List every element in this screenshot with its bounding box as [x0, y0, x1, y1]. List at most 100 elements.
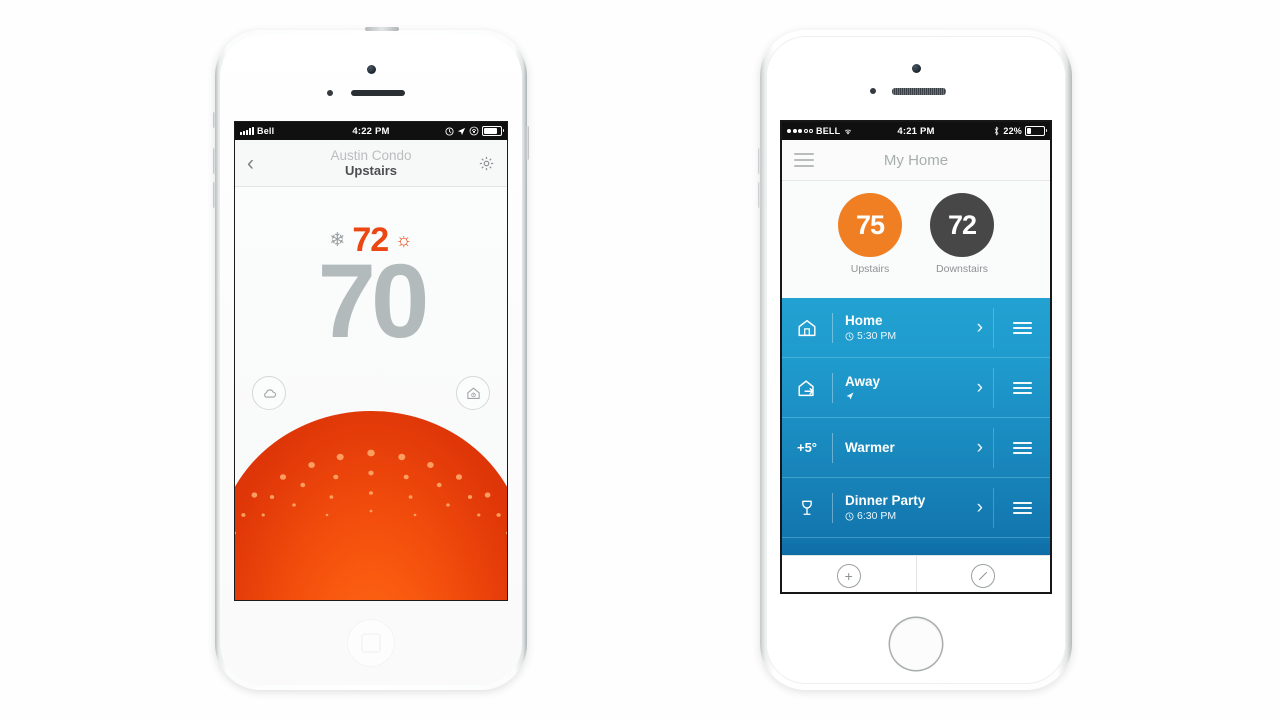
- volume-up-button[interactable]: [213, 148, 216, 174]
- edit-scenes-button[interactable]: [915, 556, 1051, 592]
- volume-down-button[interactable]: [213, 182, 216, 208]
- zone-upstairs[interactable]: 75 Upstairs: [838, 193, 902, 275]
- home-clock-icon: [466, 387, 480, 399]
- zone-temp-bubble: 72: [930, 193, 994, 257]
- plus-five-degrees-icon: +5°: [782, 440, 832, 455]
- chevron-right-icon[interactable]: ›: [967, 497, 993, 519]
- power-button[interactable]: [365, 27, 399, 31]
- proximity-sensor: [327, 90, 333, 96]
- scene-time: [845, 391, 967, 401]
- status-time: 4:22 PM: [352, 125, 390, 137]
- ios-status-bar: BELL 4:21 PM 22%: [782, 122, 1050, 140]
- chevron-right-icon[interactable]: ›: [967, 437, 993, 459]
- scene-name: Dinner Party: [845, 492, 926, 508]
- ios-status-bar: Bell 4:22 PM: [235, 122, 507, 140]
- screenshot-stage: Bell 4:22 PM ‹ Austin Condo Upstairs ❄ 7…: [0, 0, 1280, 719]
- right-phone-screen: BELL 4:21 PM 22% My Home 75 Upstairs 72 …: [782, 122, 1050, 592]
- location-arrow-icon: [457, 127, 466, 135]
- scene-row-dinner-party[interactable]: Dinner Party 6:30 PM ›: [782, 478, 1050, 538]
- scene-time-text: 6:30 PM: [857, 510, 897, 523]
- scene-time-text: 5:30 PM: [857, 330, 897, 343]
- drag-handle-icon[interactable]: [994, 321, 1050, 334]
- volume-down-button[interactable]: [758, 182, 761, 208]
- bluetooth-icon: [995, 126, 999, 136]
- cloud-icon: [263, 388, 276, 398]
- scene-text: Warmer: [833, 440, 967, 456]
- scene-row-away[interactable]: Away ›: [782, 358, 1050, 418]
- header-titles: Austin Condo Upstairs: [269, 147, 473, 178]
- thermostat-body: ❄ 72 ☼ 70: [235, 187, 507, 600]
- chevron-right-icon[interactable]: ›: [967, 377, 993, 399]
- page-title: My Home: [883, 151, 949, 169]
- earpiece-speaker: [351, 90, 405, 96]
- zone-label: Downstairs: [936, 263, 988, 275]
- battery-icon: [1025, 126, 1047, 136]
- scene-name: Warmer: [845, 439, 895, 455]
- signal-bars-icon: [240, 127, 254, 135]
- right-phone-device: BELL 4:21 PM 22% My Home 75 Upstairs 72 …: [758, 30, 1072, 690]
- zone-label: Upstairs: [850, 263, 890, 275]
- rotation-lock-icon: [469, 126, 479, 136]
- mute-switch[interactable]: [213, 112, 216, 128]
- pencil-circle-icon: [971, 564, 996, 588]
- thermostat-header: ‹ Austin Condo Upstairs: [235, 140, 507, 187]
- home-header: My Home: [782, 140, 1050, 181]
- scene-name: Away: [845, 373, 881, 389]
- weather-button[interactable]: [252, 376, 286, 410]
- scene-list: Home 5:30 PM › Away › +5° Warmer › Dinne…: [782, 298, 1050, 555]
- schedule-button[interactable]: [456, 376, 490, 410]
- scene-text: Home 5:30 PM: [833, 313, 967, 343]
- settings-button[interactable]: [473, 155, 495, 172]
- clock-icon: [845, 512, 854, 521]
- gear-icon: [479, 156, 494, 170]
- drag-handle-icon[interactable]: [994, 501, 1050, 514]
- home-button[interactable]: [890, 618, 942, 670]
- alarm-clock-icon: [445, 126, 454, 136]
- wifi-icon: [845, 129, 852, 134]
- zone-temp-bubble: 75: [838, 193, 902, 257]
- degree-offset-label: +5°: [796, 440, 818, 455]
- earpiece-speaker: [892, 88, 946, 95]
- scene-text: Dinner Party 6:30 PM: [833, 493, 967, 523]
- battery-percent: 22%: [1003, 126, 1022, 136]
- zone-downstairs[interactable]: 72 Downstairs: [930, 193, 994, 275]
- front-camera: [367, 65, 376, 74]
- scene-list-filler: [782, 538, 1050, 555]
- scene-row-warmer[interactable]: +5° Warmer ›: [782, 418, 1050, 478]
- carrier-label: BELL: [816, 126, 841, 136]
- proximity-sensor: [870, 88, 876, 94]
- wine-glass-icon: [782, 497, 832, 519]
- location-arrow-icon: [846, 392, 854, 400]
- status-right: [390, 126, 504, 136]
- add-scene-button[interactable]: +: [782, 556, 916, 592]
- zone-list: 75 Upstairs 72 Downstairs: [782, 181, 1050, 298]
- drag-handle-icon[interactable]: [994, 381, 1050, 394]
- left-phone-device: Bell 4:22 PM ‹ Austin Condo Upstairs ❄ 7…: [213, 27, 529, 690]
- home-button[interactable]: [347, 619, 395, 667]
- right-side-detail: [526, 126, 529, 160]
- front-camera: [912, 64, 921, 73]
- heat-visualization: [235, 411, 507, 600]
- plus-circle-icon: +: [836, 564, 861, 588]
- back-button[interactable]: ‹: [247, 153, 269, 174]
- zone-name: Upstairs: [344, 162, 398, 178]
- drag-handle-icon[interactable]: [994, 441, 1050, 454]
- chevron-right-icon[interactable]: ›: [967, 317, 993, 339]
- house-icon: [782, 317, 832, 339]
- status-left: BELL: [787, 126, 897, 136]
- status-right: 22%: [935, 126, 1047, 136]
- signal-dots-icon: [787, 129, 813, 133]
- carrier-label: Bell: [257, 126, 275, 136]
- battery-icon: [482, 126, 504, 136]
- scene-text: Away: [833, 374, 967, 402]
- current-temperature: 70: [317, 243, 430, 360]
- bottom-toolbar: +: [782, 555, 1050, 592]
- scene-time: 5:30 PM: [845, 330, 967, 342]
- volume-up-button[interactable]: [758, 148, 761, 174]
- status-time: 4:21 PM: [897, 125, 935, 137]
- scene-row-home[interactable]: Home 5:30 PM ›: [782, 298, 1050, 358]
- scene-time: 6:30 PM: [845, 510, 967, 522]
- status-left: Bell: [240, 126, 352, 136]
- scene-name: Home: [845, 312, 883, 328]
- location-name: Austin Condo: [330, 147, 412, 163]
